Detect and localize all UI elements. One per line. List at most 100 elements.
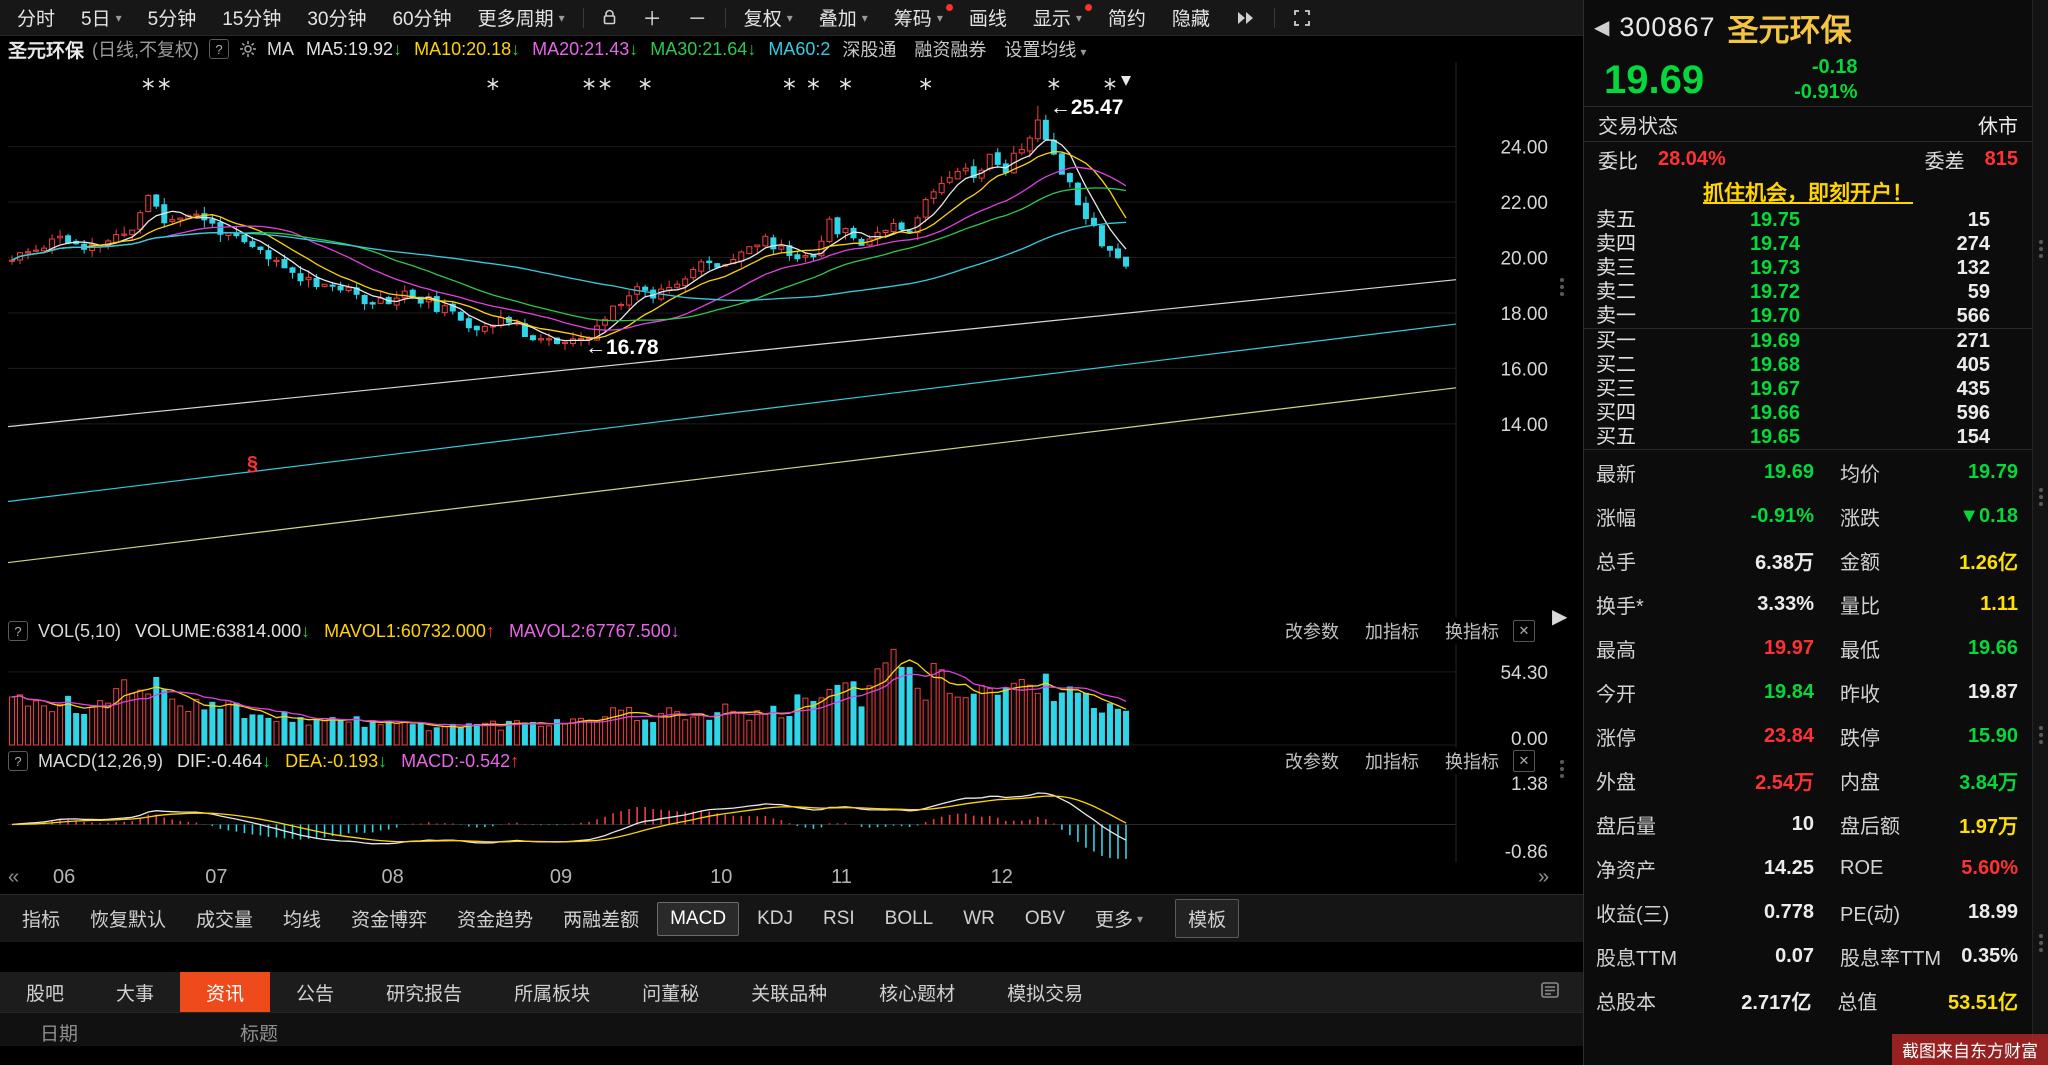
- macd-action-1[interactable]: 加指标: [1365, 748, 1419, 774]
- indicator-资金趋势[interactable]: 资金趋势: [445, 900, 545, 937]
- scroll-left-button[interactable]: «: [8, 866, 19, 889]
- indicator-均线[interactable]: 均线: [271, 900, 333, 937]
- buy-row-2[interactable]: 买二19.68405: [1584, 353, 2032, 377]
- ma-setting-button[interactable]: 设置均线▾: [1004, 36, 1086, 62]
- toolbar-overlay[interactable]: 叠加▾: [806, 0, 881, 36]
- indicator-两融差额[interactable]: 两融差额: [551, 900, 651, 937]
- tab-大事[interactable]: 大事: [90, 972, 180, 1012]
- sell-orders: 卖五19.7515卖四19.74274卖三19.73132卖二19.7259卖一…: [1584, 208, 2032, 328]
- indicator-RSI[interactable]: RSI: [811, 903, 867, 935]
- scrollbar-grip[interactable]: [2035, 488, 2047, 506]
- toolbar-chips[interactable]: 筹码▾: [881, 0, 956, 36]
- news-list-icon[interactable]: [1540, 980, 1560, 1005]
- low-annotation: ←16.78: [585, 336, 659, 359]
- vol-action-0[interactable]: 改参数: [1285, 618, 1339, 644]
- open-account-link[interactable]: 抓住机会，即刻开户！: [1584, 176, 2032, 208]
- macd-action-0[interactable]: 改参数: [1285, 748, 1339, 774]
- price-tick-label: 24.00: [1500, 138, 1548, 159]
- toolbar-zoom-in-button[interactable]: ＋: [630, 0, 675, 36]
- toolbar-period-5day[interactable]: 5日▾: [68, 0, 135, 36]
- indicator-MACD[interactable]: MACD: [657, 902, 739, 936]
- toolbar-fast-forward-icon[interactable]: [1223, 0, 1269, 36]
- volume-chart[interactable]: 54.300.00: [0, 644, 1583, 748]
- toolbar-simple-mode[interactable]: 简约: [1095, 0, 1159, 36]
- scrollbar-grip[interactable]: [2035, 726, 2047, 744]
- vol-action-1[interactable]: 加指标: [1365, 618, 1419, 644]
- panel-resize-handle[interactable]: [1556, 278, 1568, 296]
- indicator-OBV[interactable]: OBV: [1013, 903, 1077, 935]
- buy-row-5[interactable]: 买五19.65154: [1584, 425, 2032, 449]
- tab-研究报告[interactable]: 研究报告: [360, 972, 488, 1012]
- collapse-panel-icon[interactable]: ◀: [1594, 15, 1609, 40]
- tab-所属板块[interactable]: 所属板块: [488, 972, 616, 1012]
- toolbar-adjust-mode[interactable]: 复权▾: [731, 0, 806, 36]
- indicator-KDJ[interactable]: KDJ: [745, 903, 805, 935]
- indicator-更多[interactable]: 更多▾: [1083, 900, 1155, 937]
- indicator-成交量[interactable]: 成交量: [184, 900, 265, 937]
- stat-row-最高: 最高19.97最低19.66: [1584, 626, 2032, 670]
- macd-help-icon[interactable]: ?: [8, 751, 28, 771]
- scrollbar-grip[interactable]: [2035, 240, 2047, 258]
- panel-resize-handle[interactable]: [1556, 760, 1568, 778]
- toolbar-period-30min[interactable]: 30分钟: [294, 0, 379, 36]
- toolbar-period-realtime[interactable]: 分时: [4, 0, 68, 36]
- toolbar-separator: [1274, 8, 1275, 28]
- ma-legend-1: MA10:20.18↓: [414, 39, 520, 59]
- indicator-模板[interactable]: 模板: [1175, 899, 1239, 938]
- sell-row-4[interactable]: 卖四19.74274: [1584, 232, 2032, 256]
- macd-indicator-header: ?MACD(12,26,9)DIF:-0.464↓DEA:-0.193↓MACD…: [0, 748, 1583, 774]
- tab-关联品种[interactable]: 关联品种: [725, 972, 853, 1012]
- legend-link-1[interactable]: 融资融券: [914, 40, 986, 60]
- indicator-WR[interactable]: WR: [951, 903, 1007, 935]
- tab-股吧[interactable]: 股吧: [0, 972, 90, 1012]
- sell-row-5[interactable]: 卖五19.7515: [1584, 208, 2032, 232]
- news-table-header: 日期 标题: [0, 1012, 1583, 1046]
- toolbar-draw-line[interactable]: 画线: [956, 0, 1020, 36]
- toolbar-period-5min[interactable]: 5分钟: [135, 0, 210, 36]
- scrollbar-grip[interactable]: [2035, 934, 2047, 952]
- vol-legend-1: MAVOL1:60732.000↑: [324, 621, 495, 642]
- buy-row-4[interactable]: 买四19.66596: [1584, 401, 2032, 425]
- sell-row-2[interactable]: 卖二19.7259: [1584, 280, 2032, 304]
- macd-close-icon[interactable]: ✕: [1513, 750, 1535, 772]
- toolbar-zoom-out-button[interactable]: －: [675, 0, 720, 36]
- legend-links: 深股通融资融券: [842, 36, 1004, 62]
- vol-action-2[interactable]: 换指标: [1445, 618, 1499, 644]
- sell-row-3[interactable]: 卖三19.73132: [1584, 256, 2032, 280]
- toolbar-display[interactable]: 显示▾: [1020, 0, 1095, 36]
- sell-row-1[interactable]: 卖一19.70566: [1584, 304, 2032, 328]
- indicator-恢复默认[interactable]: 恢复默认: [78, 900, 178, 937]
- indicator-资金博弈[interactable]: 资金博弈: [339, 900, 439, 937]
- vol-close-icon[interactable]: ✕: [1513, 620, 1535, 642]
- buy-row-1[interactable]: 买一19.69271: [1584, 329, 2032, 353]
- indicator-BOLL[interactable]: BOLL: [873, 903, 946, 935]
- tab-问董秘[interactable]: 问董秘: [616, 972, 725, 1012]
- right-scrollbar[interactable]: [2032, 0, 2048, 1065]
- macd-action-2[interactable]: 换指标: [1445, 748, 1499, 774]
- toolbar-lock-icon[interactable]: [589, 0, 630, 36]
- tab-公告[interactable]: 公告: [270, 972, 360, 1012]
- tab-模拟交易[interactable]: 模拟交易: [981, 972, 1109, 1012]
- help-icon[interactable]: ?: [209, 39, 229, 59]
- weicha-label: 委差: [1925, 145, 1965, 174]
- tab-核心题材[interactable]: 核心题材: [853, 972, 981, 1012]
- expand-panel-icon[interactable]: ▶: [1552, 604, 1567, 629]
- toolbar-period-15min[interactable]: 15分钟: [209, 0, 294, 36]
- indicator-指标[interactable]: 指标: [10, 900, 72, 937]
- gear-icon[interactable]: [239, 40, 257, 58]
- toolbar-fullscreen-icon[interactable]: [1280, 0, 1324, 36]
- macd-chart[interactable]: 1.38-0.86: [0, 774, 1583, 862]
- toolbar-period-60min[interactable]: 60分钟: [379, 0, 464, 36]
- legend-link-0[interactable]: 深股通: [842, 40, 896, 60]
- vol-help-icon[interactable]: ?: [8, 621, 28, 641]
- candlestick-chart[interactable]: 24.0022.0020.0018.0016.0014.00←25.47←16.…: [0, 62, 1583, 618]
- macd-legend-1: DEA:-0.193↓: [285, 751, 387, 772]
- month-label-08: 08: [382, 866, 404, 889]
- vol-title: VOL(5,10): [38, 621, 121, 642]
- buy-row-3[interactable]: 买三19.67435: [1584, 377, 2032, 401]
- toolbar-more-periods[interactable]: 更多周期▾: [465, 0, 578, 36]
- tab-资讯[interactable]: 资讯: [180, 972, 270, 1012]
- ma-legend-3: MA30:21.64↓: [650, 39, 756, 59]
- toolbar-hide[interactable]: 隐藏: [1159, 0, 1223, 36]
- scroll-right-button[interactable]: »: [1538, 866, 1549, 889]
